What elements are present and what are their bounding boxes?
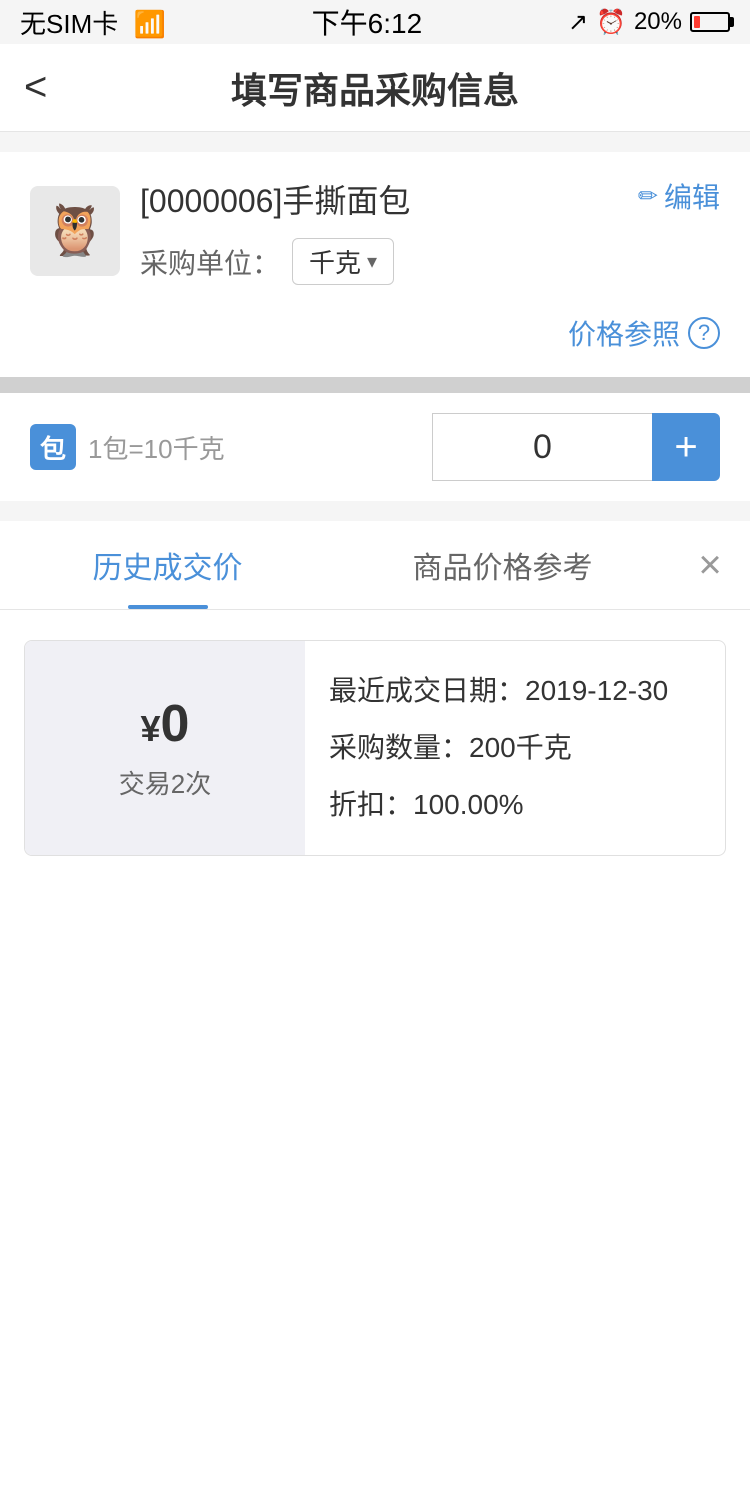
recent-date-row: 最近成交日期：2019-12-30 bbox=[329, 671, 701, 710]
tabs-section: 历史成交价 商品价格参考 × ¥0 交易2次 最近成交日期：2019-12-30 bbox=[0, 521, 750, 886]
nav-bar: < 填写商品采购信息 bbox=[0, 44, 750, 132]
quantity-hint: 1包=10千克 bbox=[88, 429, 225, 466]
status-time: 下午6:12 bbox=[312, 2, 423, 42]
product-unit-row: 采购单位： 千克 ▾ bbox=[140, 238, 410, 285]
tabs-header: 历史成交价 商品价格参考 × bbox=[0, 521, 750, 610]
back-button[interactable]: < bbox=[24, 65, 47, 110]
price-ref-label: 价格参照 bbox=[568, 313, 680, 353]
location-icon: ↗ bbox=[568, 8, 588, 37]
price-value: 0 bbox=[161, 695, 190, 753]
quantity-input-group: + bbox=[432, 413, 720, 481]
unit-arrow: ▾ bbox=[367, 249, 377, 274]
purchase-qty-row: 采购数量：200千克 bbox=[329, 728, 701, 767]
edit-button[interactable]: ✏ 编辑 bbox=[638, 176, 720, 216]
status-bar: 无SIM卡 📶 下午6:12 ↗ ⏰ 20% bbox=[0, 0, 750, 44]
price-card-left: ¥0 交易2次 bbox=[25, 641, 305, 855]
quantity-unit-label: 包 bbox=[40, 429, 66, 466]
close-icon: × bbox=[698, 543, 721, 588]
purchase-qty-label: 采购数量： bbox=[329, 732, 469, 763]
discount-value: 100.00% bbox=[413, 789, 524, 820]
trade-count: 交易2次 bbox=[119, 764, 211, 801]
plus-icon: + bbox=[674, 427, 697, 467]
tab-history-label: 历史成交价 bbox=[93, 543, 243, 587]
recent-date-value: 2019-12-30 bbox=[525, 675, 668, 706]
quantity-plus-button[interactable]: + bbox=[652, 413, 720, 481]
price-ref-help-icon: ? bbox=[688, 317, 720, 349]
product-info: [0000006]手撕面包 采购单位： 千克 ▾ bbox=[140, 176, 410, 285]
history-content: ¥0 交易2次 最近成交日期：2019-12-30 采购数量：200千克 折扣：… bbox=[0, 610, 750, 886]
tab-active-indicator bbox=[128, 605, 208, 609]
yuan-sign: ¥ bbox=[141, 708, 161, 749]
tab-history-price[interactable]: 历史成交价 bbox=[0, 521, 335, 609]
page-title: 填写商品采购信息 bbox=[231, 62, 519, 114]
quantity-label-group: 包 1包=10千克 bbox=[30, 424, 225, 470]
quantity-row: 包 1包=10千克 + bbox=[0, 393, 750, 501]
discount-row: 折扣：100.00% bbox=[329, 785, 701, 824]
recent-date-label: 最近成交日期： bbox=[329, 675, 525, 706]
unit-label: 采购单位： bbox=[140, 242, 280, 282]
edit-icon: ✏ bbox=[638, 182, 658, 211]
quantity-unit-box: 包 bbox=[30, 424, 76, 470]
product-thumb-icon: 🦉 bbox=[44, 201, 106, 260]
product-card: 🦉 [0000006]手撕面包 采购单位： 千克 ▾ ✏ 编辑 价格参照 bbox=[0, 152, 750, 377]
price-card-right: 最近成交日期：2019-12-30 采购数量：200千克 折扣：100.00% bbox=[305, 641, 725, 855]
unit-select[interactable]: 千克 ▾ bbox=[292, 238, 394, 285]
product-thumbnail: 🦉 bbox=[30, 186, 120, 276]
alarm-icon: ⏰ bbox=[596, 8, 626, 37]
wifi-icon: 📶 bbox=[133, 9, 165, 39]
no-sim-label: 无SIM卡 bbox=[20, 9, 118, 39]
battery-percent: 20% bbox=[634, 8, 682, 36]
price-ref-button[interactable]: 价格参照 ? bbox=[568, 313, 720, 353]
tab-product-label: 商品价格参考 bbox=[413, 543, 593, 587]
tab-product-price[interactable]: 商品价格参考 bbox=[335, 521, 670, 609]
quantity-input[interactable] bbox=[432, 413, 652, 481]
status-left: 无SIM卡 📶 bbox=[20, 4, 166, 41]
purchase-qty-value: 200千克 bbox=[469, 732, 572, 763]
edit-label: 编辑 bbox=[664, 176, 720, 216]
product-name: [0000006]手撕面包 bbox=[140, 176, 410, 222]
status-right: ↗ ⏰ 20% bbox=[568, 8, 730, 37]
price-card: ¥0 交易2次 最近成交日期：2019-12-30 采购数量：200千克 折扣：… bbox=[24, 640, 726, 856]
unit-value: 千克 bbox=[309, 243, 361, 280]
bottom-area bbox=[0, 886, 750, 1486]
battery-icon bbox=[690, 12, 730, 32]
price-amount: ¥0 bbox=[141, 694, 190, 754]
discount-label: 折扣： bbox=[329, 789, 413, 820]
section-divider bbox=[0, 377, 750, 393]
tab-close-button[interactable]: × bbox=[670, 521, 750, 609]
